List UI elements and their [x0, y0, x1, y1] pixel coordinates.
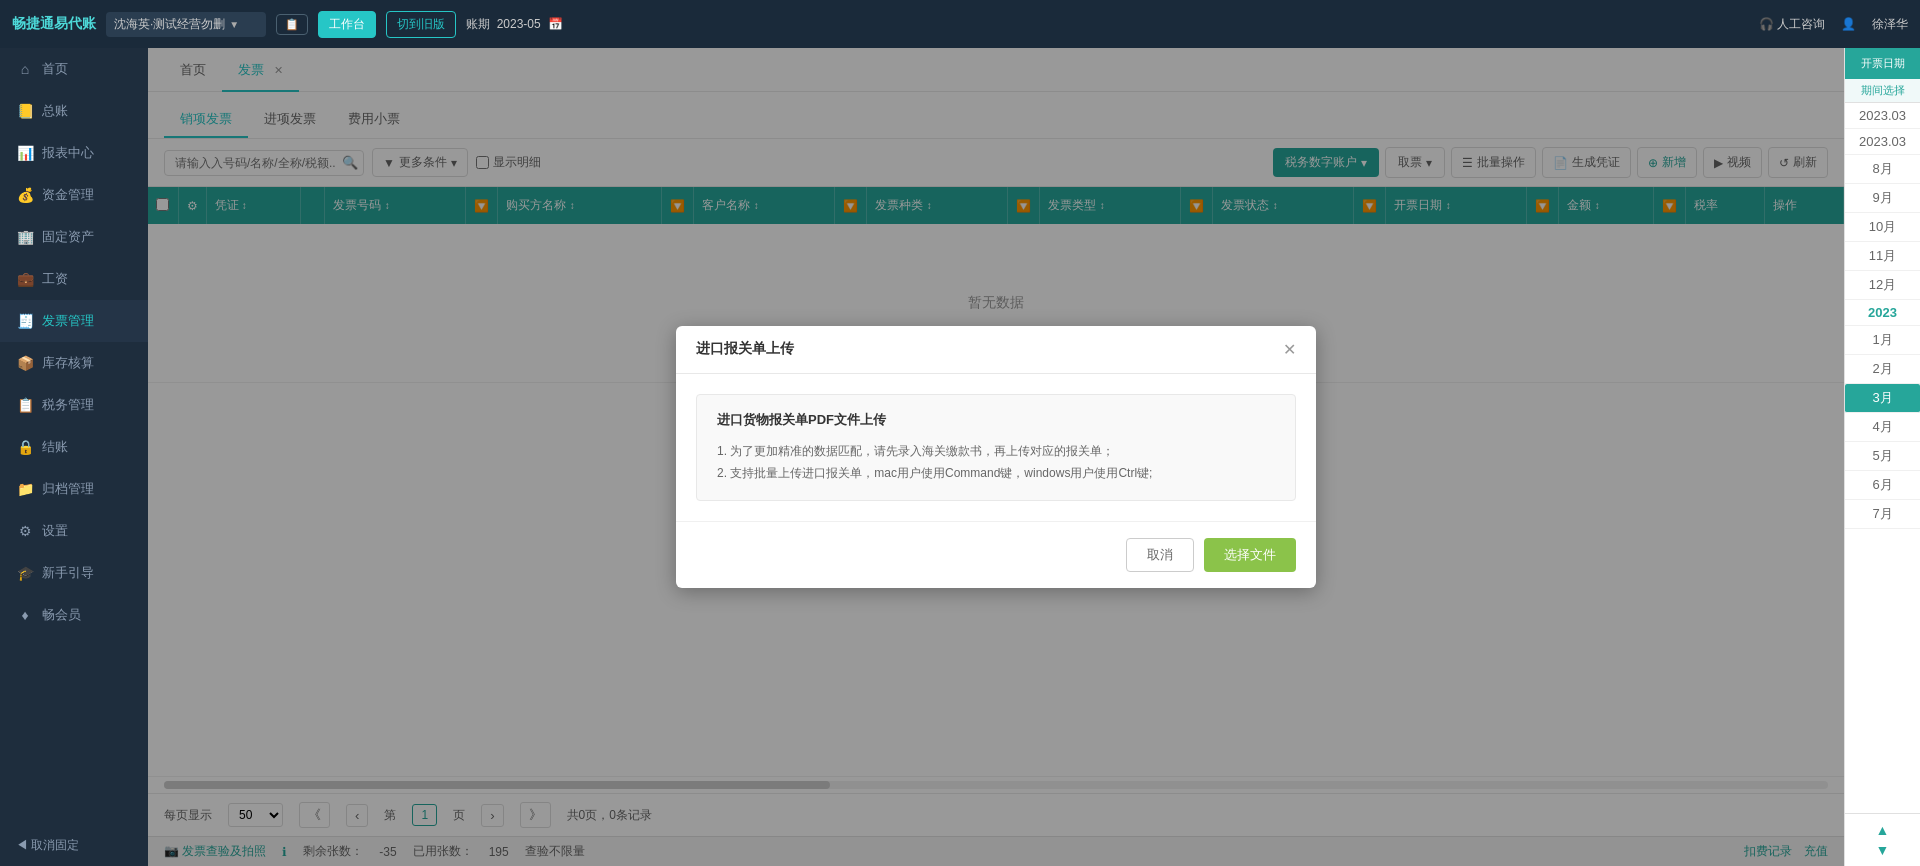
user-name: 徐泽华	[1872, 16, 1908, 33]
company-arrow-icon: ▼	[229, 19, 239, 30]
period-text: 账期 2023-05 📅	[466, 16, 563, 33]
period-item-apr[interactable]: 4月	[1845, 413, 1920, 442]
sidebar-item-funds[interactable]: 💰 资金管理	[0, 174, 148, 216]
home-icon: ⌂	[16, 61, 34, 77]
sidebar-label-home: 首页	[42, 60, 68, 78]
invoice-icon: 🧾	[16, 313, 34, 329]
sidebar-item-settings[interactable]: ⚙ 设置	[0, 510, 148, 552]
period-item-nov[interactable]: 11月	[1845, 242, 1920, 271]
sidebar-label-ledger: 总账	[42, 102, 68, 120]
modal-content-title: 进口货物报关单PDF文件上传	[717, 411, 1275, 429]
unpin-sidebar-button[interactable]: ◀ 取消固定	[0, 825, 148, 866]
assets-icon: 🏢	[16, 229, 34, 245]
period-item-mar[interactable]: 3月	[1845, 384, 1920, 413]
modal-overlay: 进口报关单上传 ✕ 进口货物报关单PDF文件上传 1. 为了更加精准的数据匹配，…	[148, 48, 1844, 866]
modal-title: 进口报关单上传	[696, 340, 794, 358]
gear-icon: ⚙	[16, 523, 34, 539]
modal-confirm-button[interactable]: 选择文件	[1204, 538, 1296, 572]
sidebar-label-inventory: 库存核算	[42, 354, 94, 372]
calendar-icon[interactable]: 📅	[548, 17, 563, 31]
period-item-0[interactable]: 2023.03	[1845, 103, 1920, 129]
sidebar-label-guide: 新手引导	[42, 564, 94, 582]
inventory-icon: 📦	[16, 355, 34, 371]
support-link[interactable]: 🎧 人工咨询	[1759, 16, 1825, 33]
period-item-dec[interactable]: 12月	[1845, 271, 1920, 300]
sidebar-label-archive: 归档管理	[42, 480, 94, 498]
sidebar-item-salary[interactable]: 💼 工资	[0, 258, 148, 300]
headset-icon: 🎧	[1759, 17, 1774, 31]
sidebar-item-archive[interactable]: 📁 归档管理	[0, 468, 148, 510]
ledger-icon: 📒	[16, 103, 34, 119]
sidebar-item-tax[interactable]: 📋 税务管理	[0, 384, 148, 426]
vip-icon: ♦	[16, 607, 34, 623]
period-item-jun[interactable]: 6月	[1845, 471, 1920, 500]
sidebar-label-vip: 畅会员	[42, 606, 81, 624]
modal-close-button[interactable]: ✕	[1283, 340, 1296, 359]
close-books-icon: 🔒	[16, 439, 34, 455]
company-name: 沈海英·测试经营勿删	[114, 16, 225, 33]
sidebar-label-funds: 资金管理	[42, 186, 94, 204]
modal-note-2: 2. 支持批量上传进口报关单，mac用户使用Command键，windows用户…	[717, 463, 1275, 485]
sidebar-label-tax: 税务管理	[42, 396, 94, 414]
period-item-jul[interactable]: 7月	[1845, 500, 1920, 529]
period-item-sep[interactable]: 9月	[1845, 184, 1920, 213]
period-item-aug[interactable]: 8月	[1845, 155, 1920, 184]
period-item-oct[interactable]: 10月	[1845, 213, 1920, 242]
period-item-jan[interactable]: 1月	[1845, 326, 1920, 355]
sidebar-item-invoice[interactable]: 🧾 发票管理	[0, 300, 148, 342]
sidebar-label-invoice: 发票管理	[42, 312, 94, 330]
tax-icon: 📋	[16, 397, 34, 413]
period-item-feb[interactable]: 2月	[1845, 355, 1920, 384]
switch-old-button[interactable]: 切到旧版	[386, 11, 456, 38]
guide-icon: 🎓	[16, 565, 34, 581]
modal-cancel-button[interactable]: 取消	[1126, 538, 1194, 572]
user-avatar[interactable]: 👤	[1841, 17, 1856, 31]
sidebar-label-salary: 工资	[42, 270, 68, 288]
modal-note-1: 1. 为了更加精准的数据匹配，请先录入海关缴款书，再上传对应的报关单；	[717, 441, 1275, 463]
sidebar-item-ledger[interactable]: 📒 总账	[0, 90, 148, 132]
funds-icon: 💰	[16, 187, 34, 203]
reports-icon: 📊	[16, 145, 34, 161]
modal-content-box: 进口货物报关单PDF文件上传 1. 为了更加精准的数据匹配，请先录入海关缴款书，…	[696, 394, 1296, 501]
import-modal: 进口报关单上传 ✕ 进口货物报关单PDF文件上传 1. 为了更加精准的数据匹配，…	[676, 326, 1316, 588]
period-select-label: 期间选择	[1845, 79, 1920, 103]
sidebar-label-settings: 设置	[42, 522, 68, 540]
period-item-may[interactable]: 5月	[1845, 442, 1920, 471]
sidebar-item-guide[interactable]: 🎓 新手引导	[0, 552, 148, 594]
archive-icon: 📁	[16, 481, 34, 497]
modal-notes: 1. 为了更加精准的数据匹配，请先录入海关缴款书，再上传对应的报关单； 2. 支…	[717, 441, 1275, 484]
sidebar-item-close[interactable]: 🔒 结账	[0, 426, 148, 468]
period-item-1[interactable]: 2023.03	[1845, 129, 1920, 155]
sidebar-label-reports: 报表中心	[42, 144, 94, 162]
app-logo: 畅捷通易代账	[12, 15, 96, 33]
sidebar-item-assets[interactable]: 🏢 固定资产	[0, 216, 148, 258]
workbench-button[interactable]: 工作台	[318, 11, 376, 38]
salary-icon: 💼	[16, 271, 34, 287]
sidebar-item-inventory[interactable]: 📦 库存核算	[0, 342, 148, 384]
sidebar-item-home[interactable]: ⌂ 首页	[0, 48, 148, 90]
period-item-year[interactable]: 2023	[1845, 300, 1920, 326]
open-period-button[interactable]: 开票日期	[1845, 48, 1920, 79]
company-selector[interactable]: 沈海英·测试经营勿删 ▼	[106, 12, 266, 37]
archive-button[interactable]: 📋	[276, 14, 308, 35]
scroll-down-icon[interactable]: ▼	[1876, 842, 1890, 858]
sidebar-label-close: 结账	[42, 438, 68, 456]
sidebar-label-assets: 固定资产	[42, 228, 94, 246]
scroll-up-icon[interactable]: ▲	[1876, 822, 1890, 838]
sidebar-item-reports[interactable]: 📊 报表中心	[0, 132, 148, 174]
sidebar-item-vip[interactable]: ♦ 畅会员	[0, 594, 148, 636]
